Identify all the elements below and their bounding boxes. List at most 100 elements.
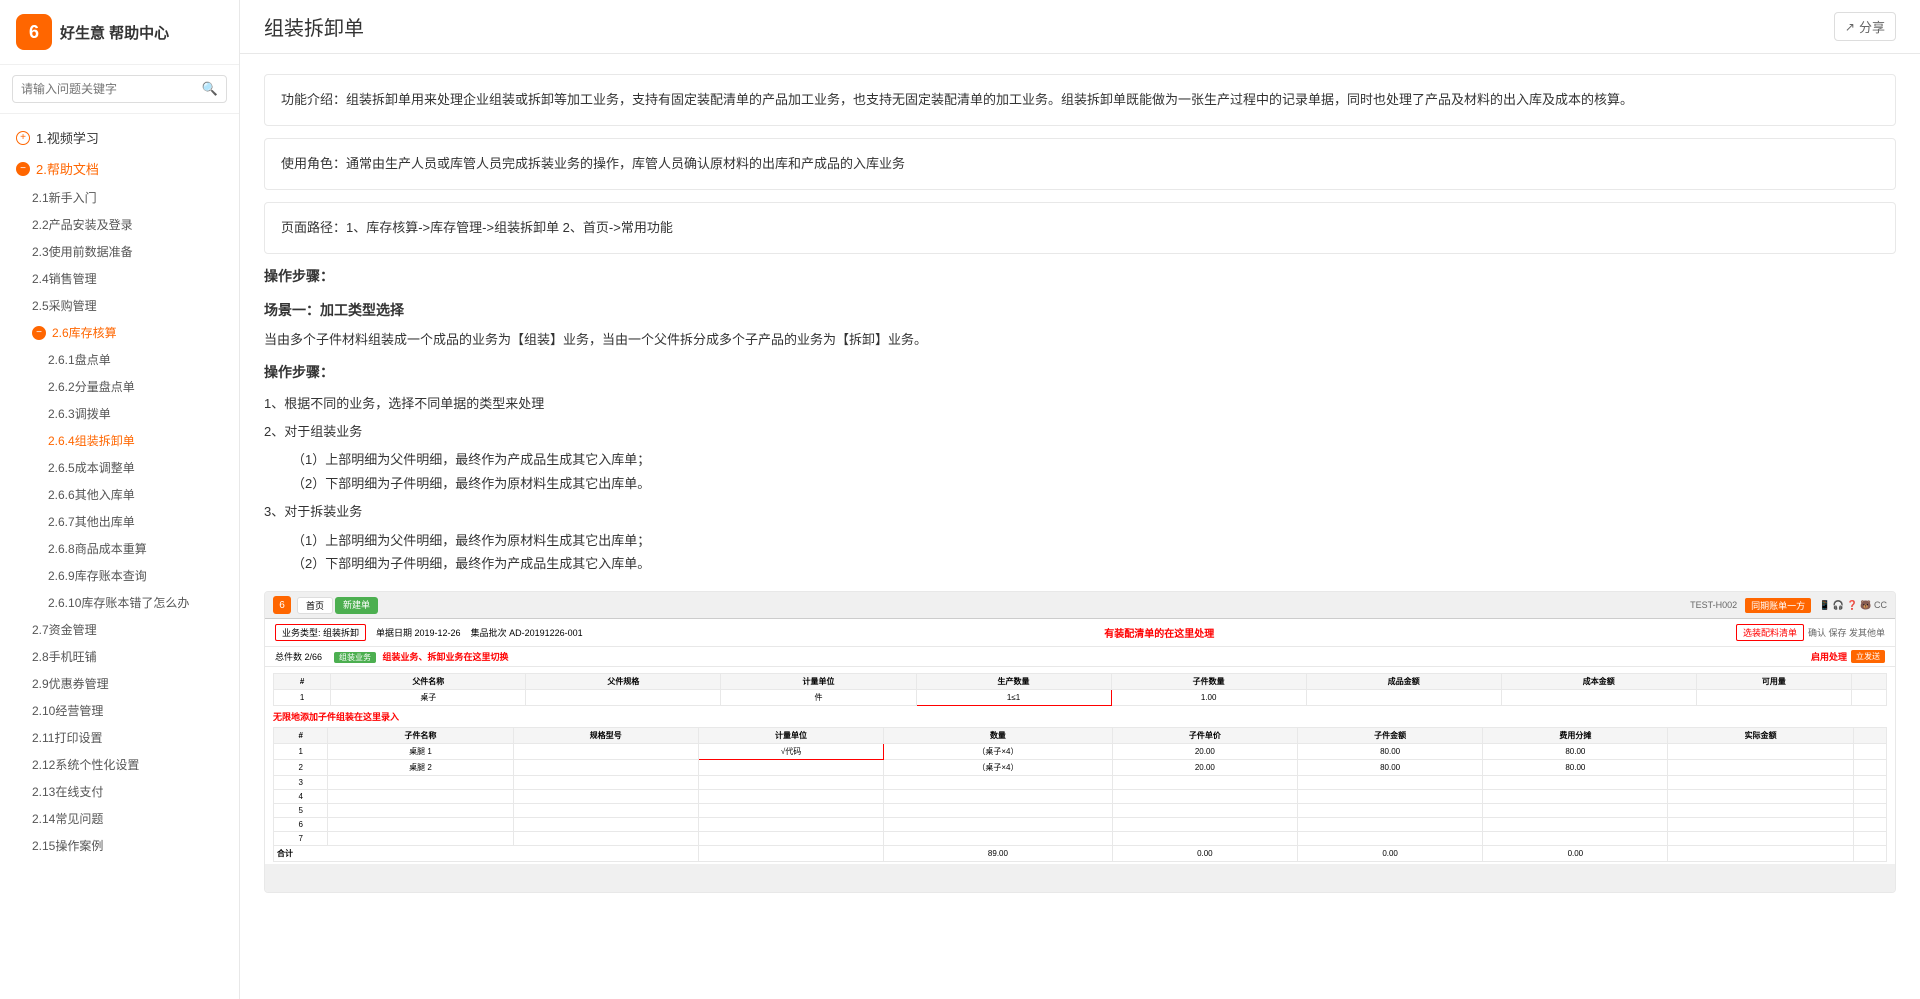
sidebar-item-otherout[interactable]: 2.6.7其他出库单 <box>0 508 239 535</box>
mini-cell-num: 1 <box>274 690 331 706</box>
sidebar-item-cashflow[interactable]: 2.7资金管理 <box>0 616 239 643</box>
mini-form-header: 业务类型: 组装拆卸 单据日期 2019-12-26 集品批次 AD-20191… <box>265 619 1895 647</box>
table-footer-row: 合计 89.00 0.00 0.00 0.00 <box>274 846 1887 862</box>
sidebar-item-stockcheck[interactable]: 2.6.9库存账本查询 <box>0 562 239 589</box>
sidebar-item-videos-label: 1.视频学习 <box>36 128 99 147</box>
annot-top-right: 有装配清单的在这里处理 <box>593 625 1726 640</box>
sidebar-item-biz[interactable]: 2.10经营管理 <box>0 697 239 724</box>
table-row: 2 桌腿 2 （桌子×4） 20.00 80.00 80.00 <box>274 760 1887 776</box>
mini-bom-btn: 选装配料清单 <box>1736 624 1804 641</box>
share-icon: ↗ <box>1845 20 1855 34</box>
scene1-sub3-1: （1）上部明细为父件明细，最终作为原材料生成其它出库单； <box>292 529 1896 552</box>
mini-cell-parent-name: 桌子 <box>331 690 526 706</box>
scene1-title: 场景一：加工类型选择 <box>264 300 1896 320</box>
mini-cell-act <box>1851 690 1886 706</box>
mini-bcol-name: 子件名称 <box>328 728 513 744</box>
sidebar-item-coupon[interactable]: 2.9优惠券管理 <box>0 670 239 697</box>
mini-col-child-qty: 子件数量 <box>1111 674 1306 690</box>
mini-count-field: 总件数 2/66 <box>275 650 322 663</box>
mini-enable-area: 启用处理 立发送 <box>521 650 1885 663</box>
sidebar-item-sales[interactable]: 2.4销售管理 <box>0 265 239 292</box>
mini-cell-qty: 1≤1 <box>916 690 1111 706</box>
collapse-icon: − <box>16 162 30 176</box>
sidebar-item-payment[interactable]: 2.13在线支付 <box>0 778 239 805</box>
sidebar-item-otherin[interactable]: 2.6.6其他入库单 <box>0 481 239 508</box>
logo-area: 6 好生意 帮助中心 <box>0 0 239 65</box>
nav-tree: + 1.视频学习 − 2.帮助文档 2.1新手入门 2.2产品安装及登录 2.3… <box>0 114 239 999</box>
mini-bottom-table-area: 无限地添加子件组装在这里录入 # 子件名称 规格型号 计量单位 数量 子件单价 … <box>265 708 1895 864</box>
sidebar: 6 好生意 帮助中心 🔍 + 1.视频学习 − 2.帮助文档 2.1新手入门 2… <box>0 0 240 999</box>
search-icon[interactable]: 🔍 <box>202 81 218 97</box>
mini-col-unit: 计量单位 <box>721 674 916 690</box>
sidebar-item-print[interactable]: 2.11打印设置 <box>0 724 239 751</box>
mini-bcol-spec: 规格型号 <box>513 728 698 744</box>
table-row: 1 桌子 件 1≤1 1.00 <box>274 690 1887 706</box>
mini-bcol-unit: 计量单位 <box>698 728 883 744</box>
annot-bottom: 无限地添加子件组装在这里录入 <box>273 710 1887 723</box>
mini-top-table: # 父件名称 父件规格 计量单位 生产数量 子件数量 成品金额 成本金额 可用量 <box>273 673 1887 706</box>
mini-testcode: TEST-H002 <box>1690 600 1737 610</box>
sidebar-item-costrecalc[interactable]: 2.6.8商品成本重算 <box>0 535 239 562</box>
scene1-steps-label: 操作步骤： <box>264 362 1896 382</box>
table-row: 6 <box>274 818 1887 832</box>
mini-logo-icon: 6 <box>273 596 291 614</box>
sidebar-item-costadjust[interactable]: 2.6.5成本调整单 <box>0 454 239 481</box>
logo-icon: 6 <box>16 14 52 50</box>
mini-col-action-top <box>1851 674 1886 690</box>
mini-nav-tabs: 首页 新建单 <box>297 597 378 614</box>
sidebar-item-cases[interactable]: 2.15操作案例 <box>0 832 239 859</box>
mini-topbar-right: TEST-H002 同期账单一方 📱 🎧 ❓ 🐻 CC <box>1690 598 1887 613</box>
sidebar-item-settings[interactable]: 2.12系统个性化设置 <box>0 751 239 778</box>
mini-extra-btns: 确认 保存 发其他单 <box>1808 626 1885 639</box>
mini-col-parent-name: 父件名称 <box>331 674 526 690</box>
sidebar-item-assembly[interactable]: 2.6.4组装拆卸单 <box>0 427 239 454</box>
mini-cell-child-qty: 1.00 <box>1111 690 1306 706</box>
annot-switch: 组装业务、拆卸业务在这里切换 <box>383 652 509 662</box>
mini-col-prod-amt: 成品金额 <box>1306 674 1501 690</box>
share-button[interactable]: ↗ 分享 <box>1834 12 1896 41</box>
sidebar-item-stockerror[interactable]: 2.6.10库存账本错了怎么办 <box>0 589 239 616</box>
sidebar-item-purchase[interactable]: 2.5采购管理 <box>0 292 239 319</box>
top-bar: 组装拆卸单 ↗ 分享 <box>240 0 1920 54</box>
scene1-desc: 当由多个子件材料组装成一个成品的业务为【组装】业务，当由一个父件拆分成多个子产品… <box>264 328 1896 351</box>
mini-date-field: 单据日期 2019-12-26 <box>376 626 461 639</box>
mini-btn-period: 同期账单一方 <box>1745 598 1811 613</box>
sidebar-item-prepare[interactable]: 2.3使用前数据准备 <box>0 238 239 265</box>
mini-type-annotation-area: 组装业务 组装业务、拆卸业务在这里切换 <box>334 650 509 663</box>
mini-ui: 6 首页 新建单 TEST-H002 同期账单一方 📱 🎧 ❓ 🐻 CC <box>265 592 1895 892</box>
sidebar-item-mobile[interactable]: 2.8手机旺铺 <box>0 643 239 670</box>
sidebar-item-faq[interactable]: 2.14常见问题 <box>0 805 239 832</box>
mini-batch-field: 集品批次 AD-20191226-001 <box>471 626 583 639</box>
mini-col-parent-spec: 父件规格 <box>526 674 721 690</box>
table-row: 1 桌腿 1 √代码 （桌子×4） 20.00 80.00 80.00 <box>274 744 1887 760</box>
scene1-step3: 3、对于拆装业务 <box>264 500 1896 523</box>
mini-type-field: 业务类型: 组装拆卸 <box>275 624 366 641</box>
intro-text: 功能介绍：组装拆卸单用来处理企业组装或拆卸等加工业务，支持有固定装配清单的产品加… <box>281 92 1633 107</box>
search-input[interactable] <box>21 82 202 96</box>
mini-tab-home: 首页 <box>297 597 333 614</box>
sidebar-item-install[interactable]: 2.2产品安装及登录 <box>0 211 239 238</box>
mini-count-label: 总件数 2/66 <box>275 650 322 663</box>
mini-cell-unit: 件 <box>721 690 916 706</box>
sidebar-item-newbie[interactable]: 2.1新手入门 <box>0 184 239 211</box>
mini-col-qty: 生产数量 <box>916 674 1111 690</box>
mini-bottom-table: # 子件名称 规格型号 计量单位 数量 子件单价 子件金额 费用分摊 实际金额 <box>273 727 1887 862</box>
mini-tab-new: 新建单 <box>335 597 378 614</box>
sidebar-item-videos[interactable]: + 1.视频学习 <box>0 122 239 153</box>
sidebar-item-partial[interactable]: 2.6.2分量盘点单 <box>0 373 239 400</box>
search-area: 🔍 <box>0 65 239 114</box>
mini-cell-prod-amt <box>1306 690 1501 706</box>
table-row: 3 <box>274 776 1887 790</box>
sidebar-item-inventory[interactable]: − 2.6库存核算 <box>0 319 239 346</box>
sidebar-item-docs[interactable]: − 2.帮助文档 <box>0 153 239 184</box>
table-row: 4 <box>274 790 1887 804</box>
mini-cell-available <box>1696 690 1851 706</box>
sidebar-item-stocktake[interactable]: 2.6.1盘点单 <box>0 346 239 373</box>
mini-bcol-actual: 实际金额 <box>1668 728 1853 744</box>
sidebar-item-adjust[interactable]: 2.6.3调拨单 <box>0 400 239 427</box>
mini-cell-spec <box>526 690 721 706</box>
mini-footer-label: 合计 <box>274 846 699 862</box>
mini-col-num: # <box>274 674 331 690</box>
scene1-step1: 1、根据不同的业务，选择不同单据的类型来处理 <box>264 392 1896 415</box>
search-box[interactable]: 🔍 <box>12 75 227 103</box>
